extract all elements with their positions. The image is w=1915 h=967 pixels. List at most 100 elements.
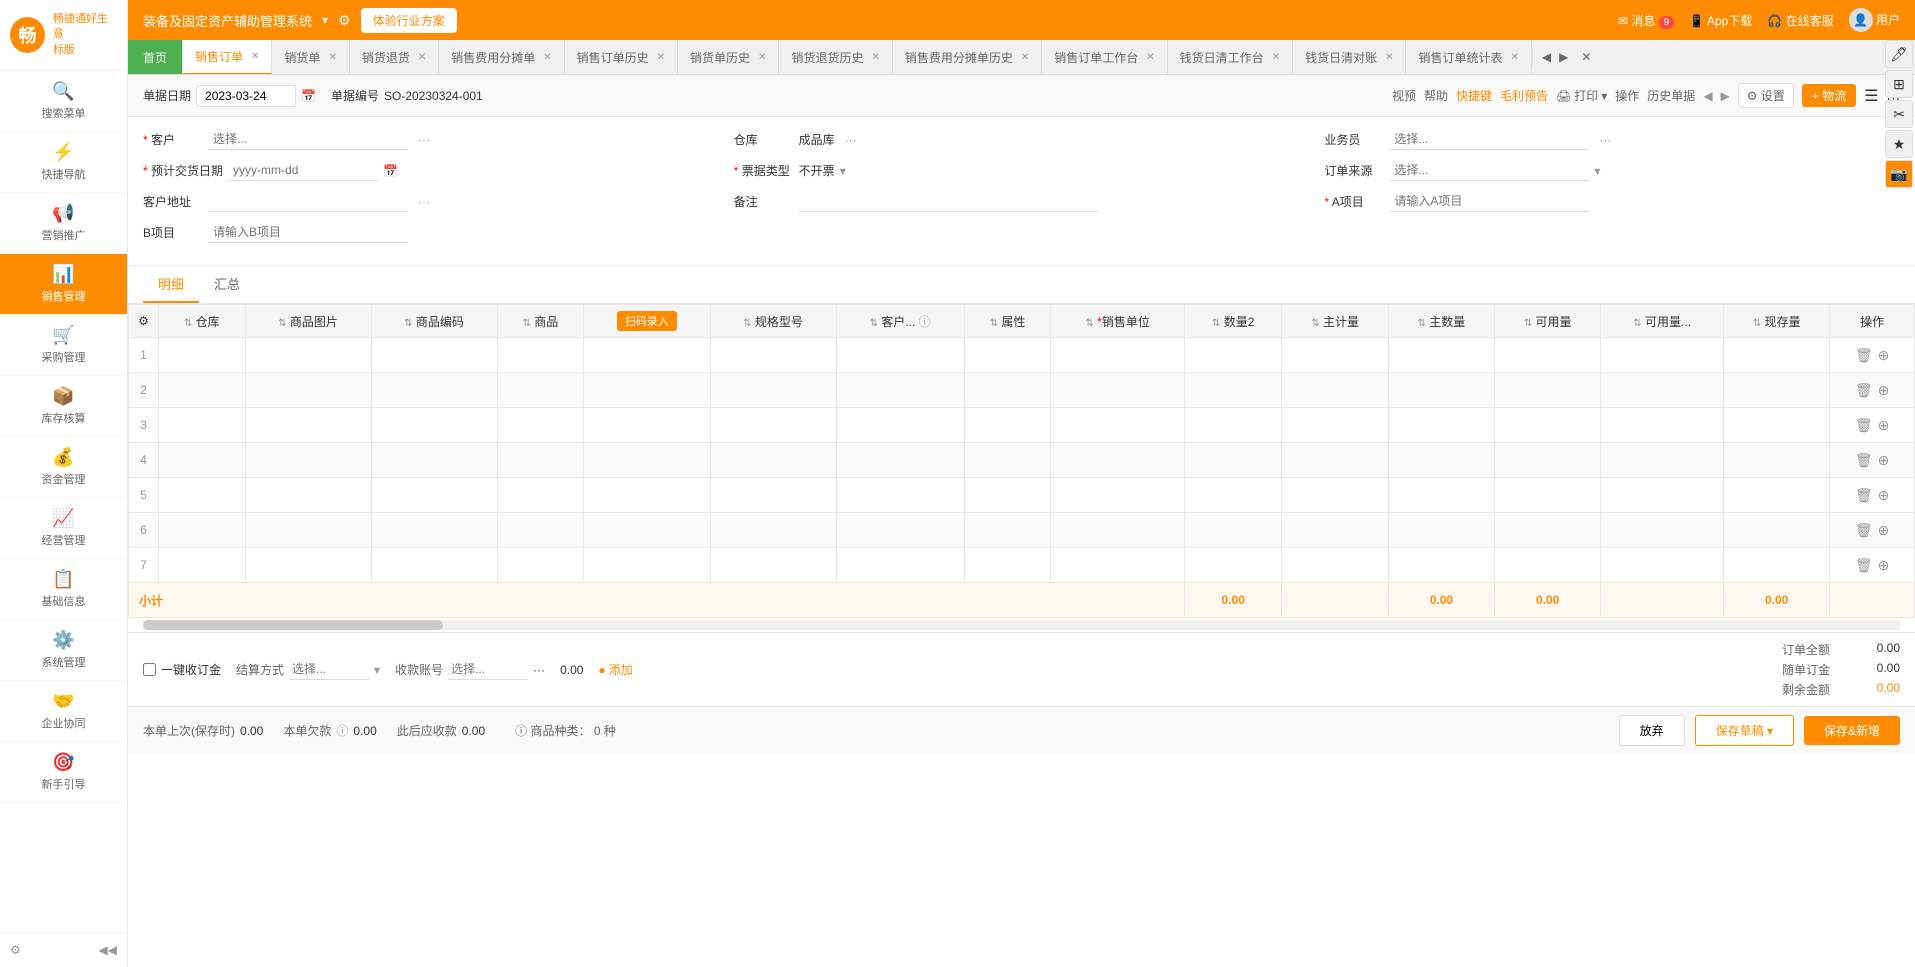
copy-row-button[interactable]: ⊕ <box>1878 417 1890 434</box>
copy-row-button[interactable]: ⊕ <box>1878 487 1890 504</box>
shortcut-button[interactable]: 快捷键 <box>1456 87 1492 104</box>
customer-address-input[interactable] <box>208 191 408 212</box>
tab-home[interactable]: 首页 <box>128 40 183 75</box>
row-qty2[interactable] <box>1184 338 1282 373</box>
info-icon-3[interactable]: ⓘ <box>515 724 527 738</box>
copy-row-button[interactable]: ⊕ <box>1878 522 1890 539</box>
tab-workbench[interactable]: 销售订单工作台 ✕ <box>1042 40 1167 75</box>
tab-close-icon[interactable]: ✕ <box>657 52 665 63</box>
tab-close-all-icon[interactable]: ✕ <box>1577 48 1595 66</box>
info-icon[interactable]: ⓘ <box>919 315 931 329</box>
address-more-icon[interactable]: ··· <box>418 195 430 209</box>
sidebar-item-sales[interactable]: 📊 销售管理 <box>0 254 127 315</box>
sidebar-item-system[interactable]: ⚙️ 系统管理 <box>0 620 127 681</box>
delete-row-button[interactable]: 🗑 <box>1855 557 1873 574</box>
sidebar-item-purchase[interactable]: 🛒 采购管理 <box>0 315 127 376</box>
scan-button[interactable]: 扫码录入 <box>617 311 677 331</box>
delete-row-button[interactable]: 🗑 <box>1855 487 1873 504</box>
history-button[interactable]: 历史单据 <box>1647 87 1695 104</box>
add-payment-button[interactable]: ● 添加 <box>598 661 632 678</box>
delete-row-button[interactable]: 🗑 <box>1855 522 1873 539</box>
invoice-type-dropdown-icon[interactable]: ▾ <box>840 164 846 178</box>
add-logistics-button[interactable]: + 物流 <box>1802 84 1856 107</box>
receipt-account-input[interactable] <box>448 659 528 680</box>
warehouse-more-icon[interactable]: ··· <box>845 133 857 147</box>
delete-row-button[interactable]: 🗑 <box>1855 452 1873 469</box>
customer-input[interactable] <box>208 129 408 150</box>
help-button[interactable]: 帮助 <box>1424 87 1448 104</box>
preview-button[interactable]: 视预 <box>1392 87 1416 104</box>
tab-close-icon[interactable]: ✕ <box>1272 52 1280 63</box>
sidebar-item-quick-nav[interactable]: ⚡ 快捷导航 <box>0 132 127 193</box>
print-button[interactable]: 🖨 打印 ▾ <box>1556 87 1607 104</box>
tab-close-icon[interactable]: ✕ <box>1511 52 1519 63</box>
right-btn-2[interactable]: ⊞ <box>1885 70 1913 98</box>
row-product[interactable] <box>497 338 584 373</box>
copy-row-button[interactable]: ⊕ <box>1878 382 1890 399</box>
chevron-down-icon[interactable]: ▾ <box>322 13 328 27</box>
b-project-input[interactable] <box>208 222 408 243</box>
row-main-qty[interactable] <box>1388 338 1494 373</box>
tab-close-icon[interactable]: ✕ <box>418 52 426 63</box>
page-nav-next[interactable]: ▶ <box>1721 89 1730 103</box>
copy-row-button[interactable]: ⊕ <box>1878 347 1890 364</box>
tab-daily-clear[interactable]: 钱货日清工作台 ✕ <box>1168 40 1293 75</box>
message-button[interactable]: ✉ 消息 9 <box>1618 12 1674 29</box>
row-code[interactable] <box>371 338 497 373</box>
tab-daily-reconcile[interactable]: 钱货日清对账 ✕ <box>1293 40 1406 75</box>
horizontal-scrollbar[interactable] <box>128 618 1915 632</box>
tab-prev-icon[interactable]: ◀ <box>1538 48 1555 66</box>
sidebar-item-base-info[interactable]: 📋 基础信息 <box>0 559 127 620</box>
tab-sales-invoice[interactable]: 销货单 ✕ <box>272 40 349 75</box>
calendar-icon-2[interactable]: 📅 <box>383 164 398 178</box>
row-warehouse[interactable] <box>159 338 246 373</box>
tab-close-icon[interactable]: ✕ <box>758 52 766 63</box>
online-service-button[interactable]: 🎧 在线客服 <box>1767 12 1833 29</box>
save-draft-button[interactable]: 保存草稿 ▾ <box>1695 715 1794 746</box>
tab-close-icon[interactable]: ✕ <box>1021 52 1029 63</box>
date-input[interactable] <box>196 85 296 107</box>
right-btn-1[interactable]: 🖊 <box>1885 40 1913 68</box>
right-btn-5[interactable]: 📷 <box>1885 160 1913 188</box>
row-customer-code[interactable] <box>836 338 964 373</box>
tab-close-icon[interactable]: ✕ <box>871 52 879 63</box>
quick-checkout-checkbox[interactable] <box>143 663 156 676</box>
tab-return-history[interactable]: 销货退货历史 ✕ <box>779 40 892 75</box>
copy-row-button[interactable]: ⊕ <box>1878 452 1890 469</box>
payment-method-input[interactable] <box>289 659 369 680</box>
sidebar-item-finance[interactable]: 💰 资金管理 <box>0 437 127 498</box>
sidebar-item-guide[interactable]: 🎯 新手引导 <box>0 742 127 803</box>
tab-invoice-history[interactable]: 销货单历史 ✕ <box>678 40 779 75</box>
profit-button[interactable]: 毛利预告 <box>1500 87 1548 104</box>
tab-close-icon[interactable]: ✕ <box>251 51 259 62</box>
col-settings[interactable]: ⚙ <box>129 305 159 338</box>
tab-statistics[interactable]: 销售订单统计表 ✕ <box>1406 40 1531 75</box>
sidebar-item-marketing[interactable]: 📢 营销推广 <box>0 193 127 254</box>
a-project-input[interactable] <box>1389 191 1589 212</box>
delete-row-button[interactable]: 🗑 <box>1855 347 1873 364</box>
sidebar-item-enterprise[interactable]: 🤝 企业协同 <box>0 681 127 742</box>
delete-row-button[interactable]: 🗑 <box>1855 417 1873 434</box>
sidebar-item-operations[interactable]: 📈 经营管理 <box>0 498 127 559</box>
app-download-button[interactable]: 📱 App下载 <box>1689 12 1752 29</box>
row-attr[interactable] <box>964 338 1051 373</box>
tab-close-icon[interactable]: ✕ <box>328 52 336 63</box>
tab-close-icon[interactable]: ✕ <box>543 52 551 63</box>
tab-close-icon[interactable]: ✕ <box>1146 52 1154 63</box>
tab-sales-fee[interactable]: 销售费用分摊单 ✕ <box>439 40 564 75</box>
tab-close-icon[interactable]: ✕ <box>1385 52 1393 63</box>
order-source-dropdown-icon[interactable]: ▾ <box>1594 164 1600 178</box>
settings-gear-icon[interactable]: ⚙ <box>338 12 351 29</box>
industry-plan-button[interactable]: 体验行业方案 <box>361 8 457 33</box>
tab-fee-history[interactable]: 销售费用分摊单历史 ✕ <box>893 40 1042 75</box>
remark-input[interactable] <box>799 191 1099 212</box>
operation-button[interactable]: 操作 <box>1615 87 1639 104</box>
tab-detail[interactable]: 明细 <box>143 266 199 303</box>
delivery-date-input[interactable] <box>228 160 378 181</box>
user-avatar[interactable]: 👤 用户 <box>1849 8 1900 32</box>
tab-sales-return[interactable]: 销货退货 ✕ <box>350 40 439 75</box>
salesperson-more-icon[interactable]: ··· <box>1599 133 1611 147</box>
settings-button[interactable]: ⚙ 设置 <box>1738 83 1794 108</box>
tab-next-icon[interactable]: ▶ <box>1555 48 1572 66</box>
sidebar-item-inventory[interactable]: 📦 库存核算 <box>0 376 127 437</box>
